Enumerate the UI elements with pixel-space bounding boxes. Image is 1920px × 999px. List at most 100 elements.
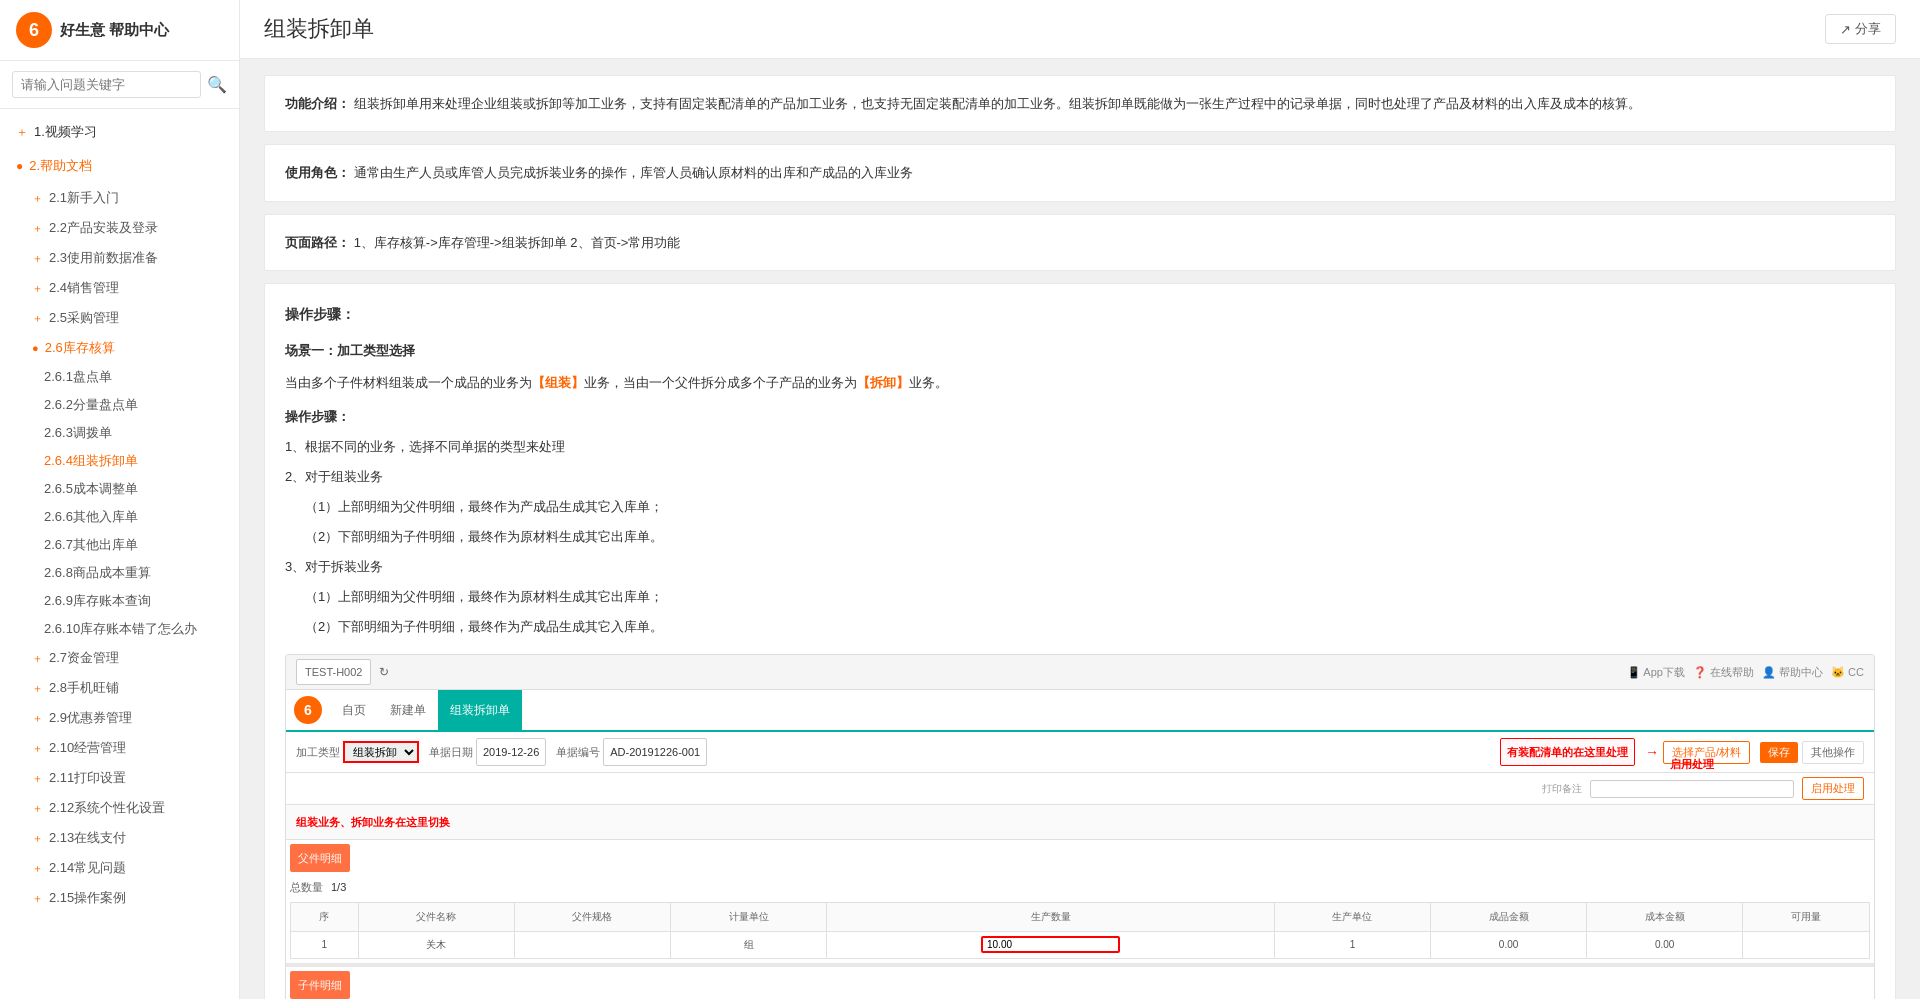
sc-lower-table-label: 子件明细 bbox=[290, 971, 350, 999]
sidebar-sub-label: 2.9优惠券管理 bbox=[49, 709, 132, 727]
sc-tabs: 自页 新建单 组装拆卸单 bbox=[330, 690, 522, 730]
sidebar-item-inventory[interactable]: ● 2.6库存核算 bbox=[0, 333, 239, 363]
sidebar-item-cost-recalc[interactable]: 2.6.8商品成本重算 bbox=[0, 559, 239, 587]
plus-icon: ＋ bbox=[32, 311, 43, 326]
path-label: 页面路径： bbox=[285, 235, 350, 250]
sidebar-item-data-prep[interactable]: ＋ 2.3使用前数据准备 bbox=[0, 243, 239, 273]
steps-area: 操作步骤： 场景一：加工类型选择 当由多个子件材料组装成一个成品的业务为【组装】… bbox=[264, 283, 1896, 999]
step1: 1、根据不同的业务，选择不同单据的类型来处理 bbox=[285, 434, 1875, 460]
feature-label: 功能介绍： bbox=[285, 96, 350, 111]
sidebar-item-stock-ledger[interactable]: 2.6.9库存账本查询 bbox=[0, 587, 239, 615]
plus-icon: ＋ bbox=[32, 741, 43, 756]
sc-save-btn[interactable]: 保存 bbox=[1760, 742, 1798, 763]
sidebar-item-customize[interactable]: ＋ 2.12系统个性化设置 bbox=[0, 793, 239, 823]
sidebar-item-finance[interactable]: ＋ 2.7资金管理 bbox=[0, 643, 239, 673]
sc-upper-td-unit: 组 bbox=[671, 932, 827, 959]
sc-type-label: 加工类型 bbox=[296, 741, 340, 763]
share-icon: ↗ bbox=[1840, 22, 1851, 37]
sidebar-item-cases[interactable]: ＋ 2.15操作案例 bbox=[0, 883, 239, 913]
sc-tab-home[interactable]: 自页 bbox=[330, 690, 378, 730]
sc-help-icon: ❓ 在线帮助 bbox=[1693, 661, 1754, 683]
feature-block: 功能介绍： 组装拆卸单用来处理企业组装或拆卸等加工业务，支持有固定装配清单的产品… bbox=[264, 75, 1896, 132]
path-block: 页面路径： 1、库存核算->库存管理->组装拆卸单 2、首页->常用功能 bbox=[264, 214, 1896, 271]
sidebar-item-videos[interactable]: ＋ 1.视频学习 bbox=[0, 115, 239, 149]
sidebar-item-newcomer[interactable]: ＋ 2.1新手入门 bbox=[0, 183, 239, 213]
sidebar-item-faq[interactable]: ＋ 2.14常见问题 bbox=[0, 853, 239, 883]
sc-upper-td-spec bbox=[514, 932, 670, 959]
sc-other-btn[interactable]: 其他操作 bbox=[1802, 741, 1864, 764]
sidebar-sub-label: 2.8手机旺铺 bbox=[49, 679, 119, 697]
sc-qty-label: 总数量 bbox=[290, 876, 323, 898]
sc-tab-assembly[interactable]: 组装拆卸单 bbox=[438, 690, 522, 732]
sc-number-field: 单据编号 AD-20191226-001 bbox=[556, 738, 707, 766]
sc-upper-th-spec: 父件规格 bbox=[514, 903, 670, 932]
sidebar-item-other-out[interactable]: 2.6.7其他出库单 bbox=[0, 531, 239, 559]
main-header: 组装拆卸单 ↗ 分享 bbox=[240, 0, 1920, 59]
sc-tab-new[interactable]: 新建单 bbox=[378, 690, 438, 730]
sc-annotation2: 组装业务、拆卸业务在这里切换 bbox=[296, 816, 450, 828]
sc-print-input[interactable] bbox=[1590, 780, 1794, 798]
sc-upper-td-seq: 1 bbox=[291, 932, 359, 959]
step3: 3、对于拆装业务 bbox=[285, 554, 1875, 580]
sidebar-item-coupon[interactable]: ＋ 2.9优惠券管理 bbox=[0, 703, 239, 733]
sidebar-item-ledger-fix[interactable]: 2.6.10库存账本错了怎么办 bbox=[0, 615, 239, 643]
sc-annotation3: 启用处理 bbox=[1670, 753, 1714, 775]
sidebar-item-print[interactable]: ＋ 2.11打印设置 bbox=[0, 763, 239, 793]
nav-section-docs: ● 2.帮助文档 ＋ 2.1新手入门 ＋ 2.2产品安装及登录 ＋ 2.3使用前… bbox=[0, 149, 239, 913]
scene1-title: 场景一：加工类型选择 bbox=[285, 338, 1875, 364]
role-text: 通常由生产人员或库管人员完成拆装业务的操作，库管人员确认原材料的出库和产成品的入… bbox=[354, 165, 913, 180]
role-label: 使用角色： bbox=[285, 165, 350, 180]
plus-icon: ＋ bbox=[32, 221, 43, 236]
sc-upper-table-wrap: 父件明细 总数量 1/3 序 父件名称 父件规格 计量单位 bbox=[286, 840, 1874, 963]
sidebar-sub-label: 2.13在线支付 bbox=[49, 829, 126, 847]
sidebar-item-sales[interactable]: ＋ 2.4销售管理 bbox=[0, 273, 239, 303]
share-button[interactable]: ↗ 分享 bbox=[1825, 14, 1896, 44]
sidebar-sub-label: 2.4销售管理 bbox=[49, 279, 119, 297]
sidebar-sub-label: 2.2产品安装及登录 bbox=[49, 219, 158, 237]
screenshot-inner: TEST-H002 ↻ 📱 App下载 ❓ 在线帮助 👤 帮助中心 🐱 CC 6 bbox=[286, 655, 1874, 999]
sidebar-item-docs[interactable]: ● 2.帮助文档 bbox=[0, 149, 239, 183]
plus-icon: ＋ bbox=[16, 124, 28, 141]
sidebar-sub-label: 2.11打印设置 bbox=[49, 769, 126, 787]
sidebar-item-stocktake[interactable]: 2.6.1盘点单 bbox=[0, 363, 239, 391]
sc-number-label: 单据编号 bbox=[556, 741, 600, 763]
sc-prod-qty-input[interactable] bbox=[981, 936, 1120, 953]
search-button[interactable]: 🔍 bbox=[207, 75, 227, 94]
plus-icon: ＋ bbox=[32, 861, 43, 876]
sc-upper-td-cost-amt: 0.00 bbox=[1587, 932, 1743, 959]
search-input[interactable] bbox=[12, 71, 201, 98]
sc-date-field: 单据日期 2019-12-26 bbox=[429, 738, 546, 766]
sidebar-item-ops[interactable]: ＋ 2.10经营管理 bbox=[0, 733, 239, 763]
sc-address-label: TEST-H002 bbox=[296, 659, 371, 685]
app-name: 好生意 帮助中心 bbox=[60, 21, 169, 40]
sidebar-item-partial-stocktake[interactable]: 2.6.2分量盘点单 bbox=[0, 391, 239, 419]
sc-number-value[interactable]: AD-20191226-001 bbox=[603, 738, 707, 766]
step2-1: （1）上部明细为父件明细，最终作为产成品生成其它入库单； bbox=[285, 494, 1875, 520]
ops-steps-title: 操作步骤： bbox=[285, 404, 1875, 430]
sc-upper-table: 序 父件名称 父件规格 计量单位 生产数量 生产单位 成品金额 成本金额 可用量 bbox=[290, 902, 1870, 959]
sidebar-item-mobile[interactable]: ＋ 2.8手机旺铺 bbox=[0, 673, 239, 703]
plus-icon: ＋ bbox=[32, 801, 43, 816]
sc-refresh-icon[interactable]: ↻ bbox=[379, 660, 389, 684]
sc-upper-th-name: 父件名称 bbox=[358, 903, 514, 932]
sc-type-select[interactable]: 组装拆卸 bbox=[343, 741, 419, 763]
nav-section-videos: ＋ 1.视频学习 bbox=[0, 115, 239, 149]
plus-icon: ＋ bbox=[32, 281, 43, 296]
search-box: 🔍 bbox=[0, 61, 239, 109]
sc-lower-table-wrap: 子件明细 无固定流程可给清单在这里录入 序 子件名称 规格型号 计划用量 用量 bbox=[286, 967, 1874, 999]
sidebar-item-transfer[interactable]: 2.6.3调拨单 bbox=[0, 419, 239, 447]
sidebar-item-cost-adjust[interactable]: 2.6.5成本调整单 bbox=[0, 475, 239, 503]
sc-date-value[interactable]: 2019-12-26 bbox=[476, 738, 546, 766]
sc-toolbar-icons: 📱 App下载 ❓ 在线帮助 👤 帮助中心 🐱 CC bbox=[1627, 661, 1864, 683]
sidebar-item-purchase[interactable]: ＋ 2.5采购管理 bbox=[0, 303, 239, 333]
sidebar-sub-label: 2.6库存核算 bbox=[45, 339, 115, 357]
sc-app-tabs: 6 自页 新建单 组装拆卸单 bbox=[286, 690, 1874, 732]
sc-enable-btn[interactable]: 启用处理 bbox=[1802, 777, 1864, 800]
sc-app-logo: 6 bbox=[294, 696, 322, 724]
sidebar-item-install[interactable]: ＋ 2.2产品安装及登录 bbox=[0, 213, 239, 243]
sidebar-item-payment[interactable]: ＋ 2.13在线支付 bbox=[0, 823, 239, 853]
sidebar-item-assembly[interactable]: 2.6.4组装拆卸单 bbox=[0, 447, 239, 475]
plus-icon: ＋ bbox=[32, 681, 43, 696]
sidebar-item-other-in[interactable]: 2.6.6其他入库单 bbox=[0, 503, 239, 531]
path-text: 1、库存核算->库存管理->组装拆卸单 2、首页->常用功能 bbox=[354, 235, 681, 250]
